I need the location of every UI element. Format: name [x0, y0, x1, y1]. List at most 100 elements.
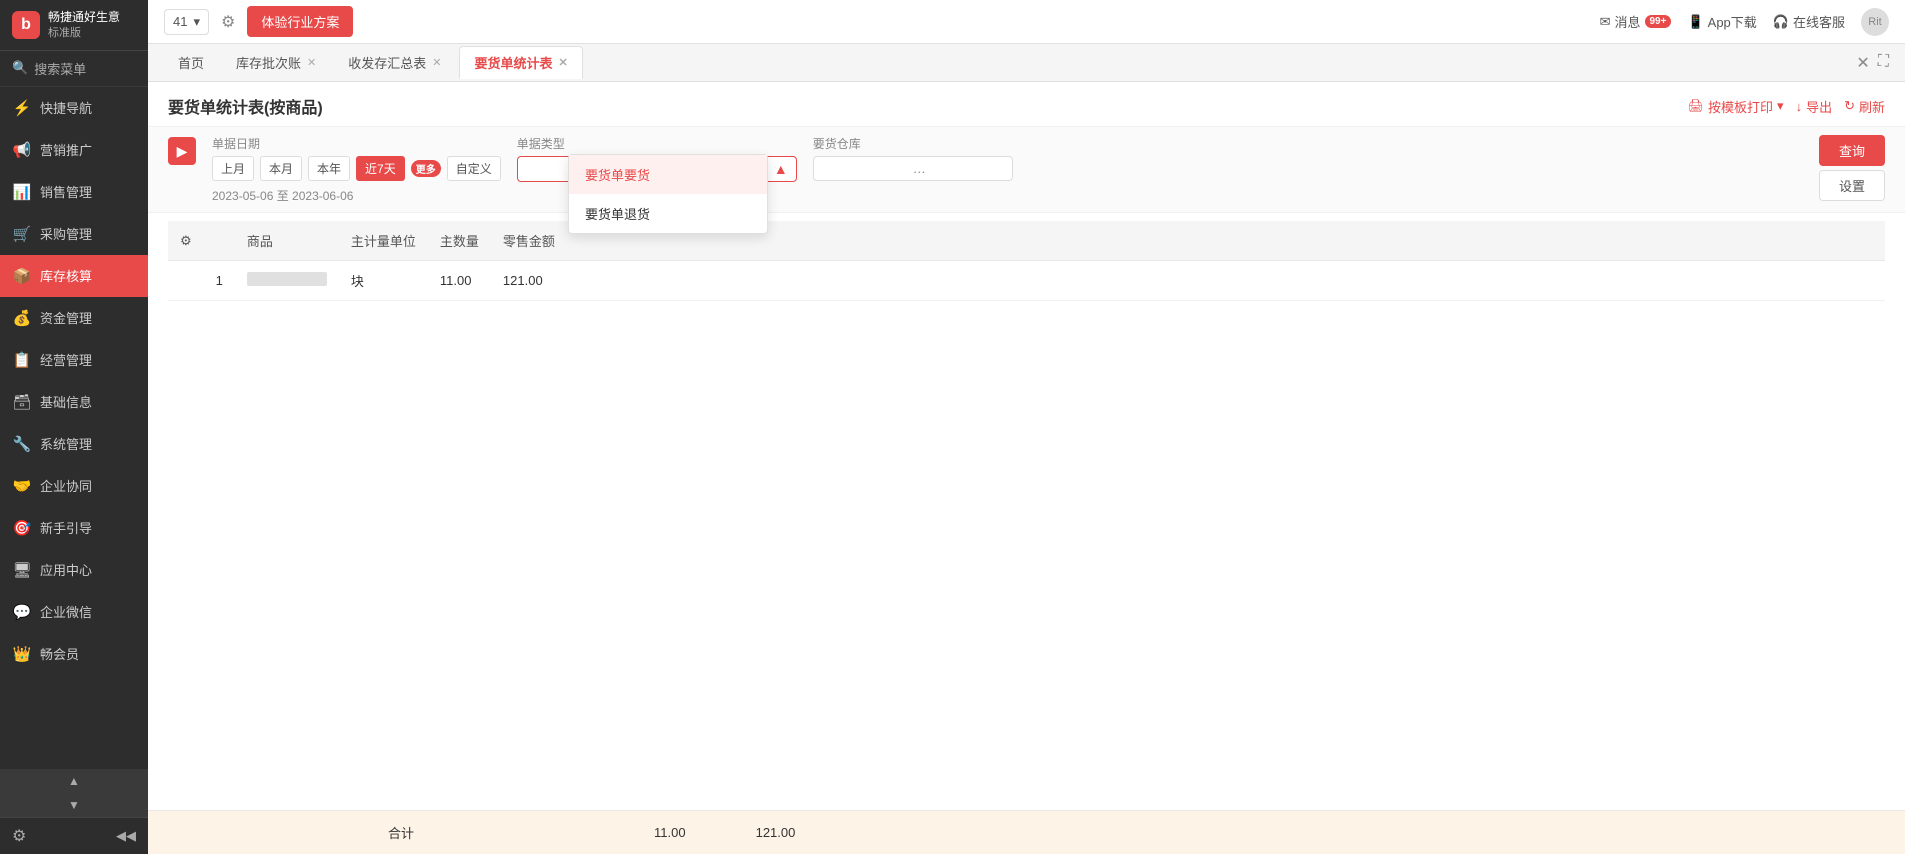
page-content: 要货单统计表(按商品) 🖨 按模板打印 ▾ ↓ 导出 ↻ 刷新 ▶ — [148, 82, 1905, 854]
page-header: 要货单统计表(按商品) 🖨 按模板打印 ▾ ↓ 导出 ↻ 刷新 — [148, 82, 1905, 126]
logo-icon: b — [12, 11, 40, 39]
dropdown-item-order-return[interactable]: 要货单退货 — [569, 194, 767, 233]
row-unit-cell: 块 — [339, 261, 428, 301]
selector-chevron-icon: ▾ — [193, 14, 200, 30]
sidebar-scroll-up[interactable]: ▲ — [0, 769, 148, 793]
date-btn-7days[interactable]: 近7天 — [356, 156, 405, 181]
footer-amount: 121.00 — [756, 825, 796, 840]
sidebar-scroll-down[interactable]: ▼ — [0, 793, 148, 817]
table-wrapper: ⚙ 商品 主计量单位 主数量 零售金额 1 — [148, 221, 1905, 301]
online-service-item[interactable]: 🎧 在线客服 — [1773, 12, 1845, 31]
sidebar-item-label: 资金管理 — [40, 308, 92, 327]
sidebar-item-wechat[interactable]: 💬 企业微信 — [0, 591, 148, 633]
guide-icon: 🎯 — [12, 518, 32, 538]
date-btn-this-month[interactable]: 本月 — [260, 156, 302, 181]
app-download-item[interactable]: 📱 App下载 — [1687, 12, 1756, 31]
sidebar-item-enterprise[interactable]: 🤝 企业协同 — [0, 465, 148, 507]
date-filter-row: 上月 本月 本年 近7天 更多 自定义 — [212, 156, 501, 181]
date-btn-this-year[interactable]: 本年 — [308, 156, 350, 181]
sidebar-item-label: 采购管理 — [40, 224, 92, 243]
sidebar-item-app-center[interactable]: 🖥 应用中心 — [0, 549, 148, 591]
inventory-icon: 📦 — [12, 266, 32, 286]
data-table: ⚙ 商品 主计量单位 主数量 零售金额 1 — [168, 221, 1885, 301]
operation-icon: 📋 — [12, 350, 32, 370]
sidebar-item-inventory[interactable]: 📦 库存核算 — [0, 255, 148, 297]
tab-close-receipt-summary[interactable]: ✕ — [432, 56, 441, 69]
app-download-label: App下载 — [1708, 12, 1757, 31]
sidebar-item-basic[interactable]: 🗃 基础信息 — [0, 381, 148, 423]
sidebar-nav: ⚡ 快捷导航 📢 营销推广 📊 销售管理 🛒 采购管理 📦 库存核算 💰 资金管… — [0, 87, 148, 769]
row-quantity-cell: 11.00 — [428, 261, 491, 301]
expand-tab-btn[interactable]: ⛶ — [1878, 53, 1889, 73]
sidebar-item-label: 经营管理 — [40, 350, 92, 369]
sidebar-item-label: 销售管理 — [40, 182, 92, 201]
sidebar-item-marketing[interactable]: 📢 营销推广 — [0, 129, 148, 171]
sidebar-item-guide[interactable]: 🎯 新手引导 — [0, 507, 148, 549]
company-selector-text: 41 — [173, 14, 187, 29]
sidebar-item-operation[interactable]: 📋 经营管理 — [0, 339, 148, 381]
sidebar: b 畅捷通好生意 标准版 🔍 搜索菜单 ⚡ 快捷导航 📢 营销推广 📊 销售管理… — [0, 0, 148, 854]
search-menu[interactable]: 🔍 搜索菜单 — [0, 51, 148, 87]
enterprise-icon: 🤝 — [12, 476, 32, 496]
app-center-icon: 🖥 — [12, 560, 32, 580]
user-avatar[interactable]: Rit — [1861, 8, 1889, 36]
tab-batch-account[interactable]: 库存批次账✕ — [222, 47, 330, 78]
warehouse-filter-input[interactable]: … — [813, 156, 1013, 181]
chevron-down-icon: ▾ — [1777, 98, 1784, 114]
dropdown-item-order-goods[interactable]: 要货单要货 — [569, 155, 767, 194]
system-icon: 🔧 — [12, 434, 32, 454]
row-spacer-cell — [567, 261, 1885, 301]
date-filter-label: 单据日期 — [212, 135, 501, 152]
date-more-badge: 更多 — [411, 160, 441, 177]
amount-column-header: 零售金额 — [491, 221, 567, 261]
sidebar-item-system[interactable]: 🔧 系统管理 — [0, 423, 148, 465]
main-area: 41 ▾ ⚙ 体验行业方案 ✉ 消息 99+ 📱 App下载 🎧 在线客服 Ri… — [148, 0, 1905, 854]
table-body: 1 块 11.00 121.00 — [168, 261, 1885, 301]
sidebar-item-sales[interactable]: 📊 销售管理 — [0, 171, 148, 213]
quantity-column-header: 主数量 — [428, 221, 491, 261]
tab-close-batch-account[interactable]: ✕ — [307, 56, 316, 69]
tabs-bar: 首页库存批次账✕收发存汇总表✕要货单统计表✕ ✕ ⛶ — [148, 44, 1905, 82]
sidebar-item-member[interactable]: 👑 畅会员 — [0, 633, 148, 675]
messages-item[interactable]: ✉ 消息 99+ — [1600, 12, 1672, 31]
search-icon: 🔍 — [12, 60, 28, 76]
collapse-icon[interactable]: ◀◀ — [116, 828, 136, 844]
topbar-right: ✉ 消息 99+ 📱 App下载 🎧 在线客服 Rit — [1600, 8, 1889, 36]
app-name-text: 畅捷通好生意 标准版 — [48, 10, 120, 40]
sidebar-item-purchase[interactable]: 🛒 采购管理 — [0, 213, 148, 255]
tab-order-stats[interactable]: 要货单统计表✕ — [459, 46, 582, 79]
quick-nav-icon: ⚡ — [12, 98, 32, 118]
gear-column-header[interactable]: ⚙ — [168, 221, 204, 261]
setting-btn[interactable]: 设置 — [1819, 170, 1885, 201]
page-title: 要货单统计表(按商品) — [168, 94, 323, 118]
basic-icon: 🗃 — [12, 392, 32, 412]
sidebar-item-finance[interactable]: 💰 资金管理 — [0, 297, 148, 339]
goods-column-header: 商品 — [235, 221, 339, 261]
marketing-icon: 📢 — [12, 140, 32, 160]
query-btn[interactable]: 查询 — [1819, 135, 1885, 166]
sales-icon: 📊 — [12, 182, 32, 202]
row-gear-cell — [168, 261, 204, 301]
company-selector[interactable]: 41 ▾ — [164, 9, 209, 35]
export-btn[interactable]: ↓ 导出 — [1796, 97, 1833, 116]
date-btn-custom[interactable]: 自定义 — [447, 156, 501, 181]
close-tab-btn[interactable]: ✕ — [1856, 53, 1869, 73]
refresh-btn[interactable]: ↻ 刷新 — [1844, 97, 1885, 116]
warehouse-more-icon[interactable]: … — [913, 161, 1004, 176]
trial-btn[interactable]: 体验行业方案 — [247, 6, 353, 37]
sidebar-item-quick-nav[interactable]: ⚡ 快捷导航 — [0, 87, 148, 129]
topbar-gear-icon[interactable]: ⚙ — [221, 12, 235, 32]
print-template-btn[interactable]: 🖨 按模板打印 ▾ — [1688, 97, 1784, 116]
filter-expand-btn[interactable]: ▶ — [168, 137, 196, 165]
date-btn-last-month[interactable]: 上月 — [212, 156, 254, 181]
app-logo: b 畅捷通好生意 标准版 — [0, 0, 148, 51]
page-actions: 🖨 按模板打印 ▾ ↓ 导出 ↻ 刷新 — [1688, 97, 1886, 116]
tab-receipt-summary[interactable]: 收发存汇总表✕ — [334, 47, 455, 78]
type-filter-label: 单据类型 — [517, 135, 797, 152]
type-chevron-icon[interactable]: ▲ — [774, 161, 788, 177]
member-icon: 👑 — [12, 644, 32, 664]
sidebar-item-label: 库存核算 — [40, 266, 92, 285]
settings-icon[interactable]: ⚙ — [12, 826, 26, 846]
tab-close-order-stats[interactable]: ✕ — [559, 56, 568, 69]
tab-home[interactable]: 首页 — [164, 47, 218, 78]
